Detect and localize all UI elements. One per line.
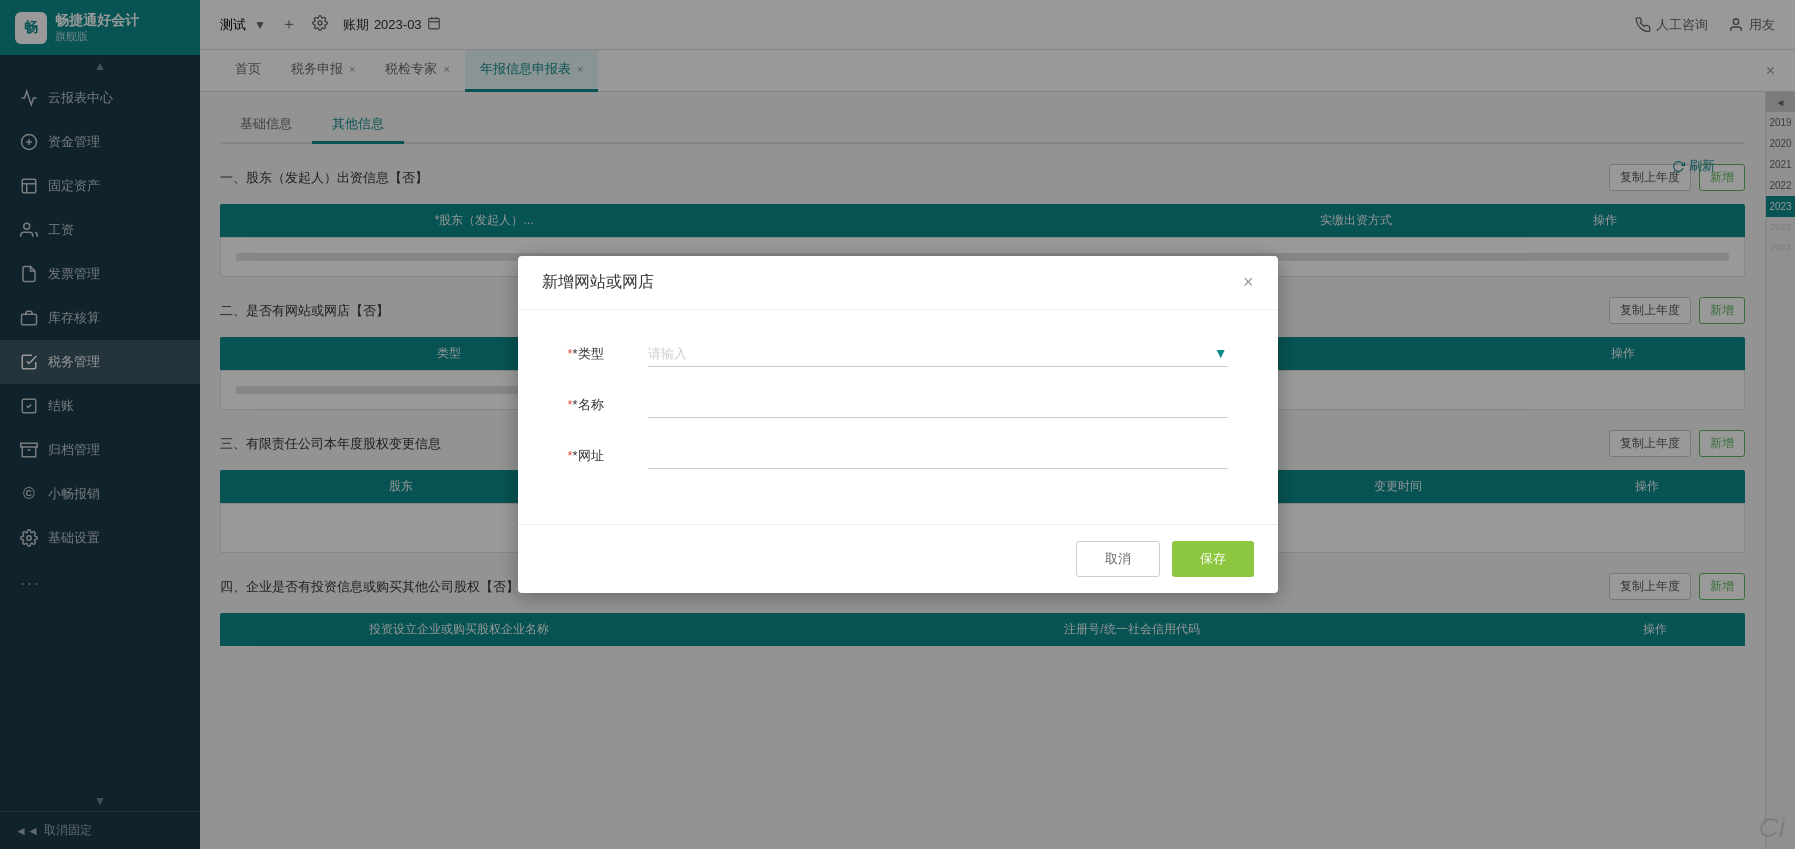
modal-add-website: 新增网站或网店 × **类型 ▼ **名称 [518, 256, 1278, 593]
form-label-name: **名称 [568, 396, 628, 414]
form-name-input[interactable] [648, 397, 1228, 412]
modal-close-btn[interactable]: × [1243, 272, 1254, 293]
form-field-url: **网址 [568, 443, 1228, 469]
form-type-input[interactable] [648, 346, 1214, 361]
form-label-type: **类型 [568, 345, 628, 363]
modal-title: 新增网站或网店 [542, 272, 654, 293]
form-url-input-wrap [648, 443, 1228, 469]
type-dropdown-icon[interactable]: ▼ [1214, 345, 1228, 361]
form-field-name: **名称 [568, 392, 1228, 418]
form-label-url: **网址 [568, 447, 628, 465]
form-field-type: **类型 ▼ [568, 340, 1228, 367]
modal-overlay[interactable]: 新增网站或网店 × **类型 ▼ **名称 [0, 0, 1795, 849]
modal-save-btn[interactable]: 保存 [1172, 541, 1254, 577]
form-type-input-wrap: ▼ [648, 340, 1228, 367]
modal-cancel-btn[interactable]: 取消 [1076, 541, 1160, 577]
modal-body: **类型 ▼ **名称 ** [518, 310, 1278, 524]
form-url-input[interactable] [648, 448, 1228, 463]
modal-header: 新增网站或网店 × [518, 256, 1278, 310]
modal-footer: 取消 保存 [518, 524, 1278, 593]
form-name-input-wrap [648, 392, 1228, 418]
